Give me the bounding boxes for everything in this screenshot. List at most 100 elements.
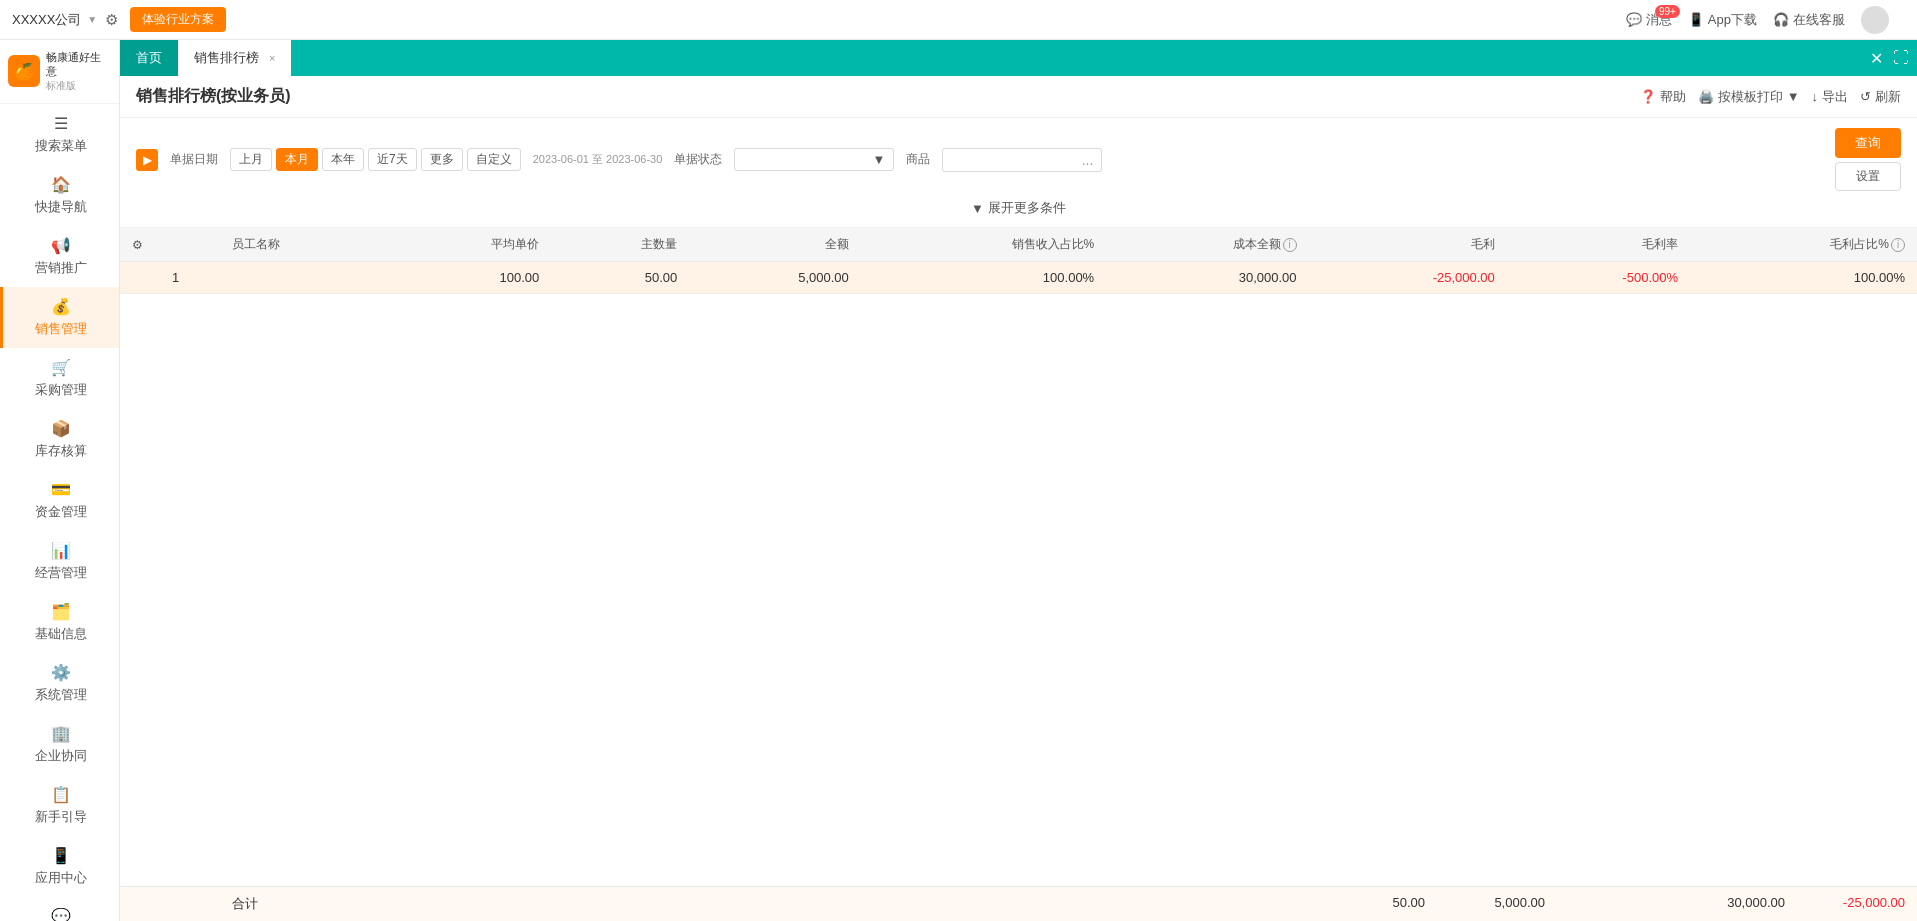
guide-icon: 📋 [51,785,71,804]
message-item[interactable]: 💬 消息 99+ [1626,11,1672,29]
sidebar-item-purchase[interactable]: 🛒 采购管理 [0,348,119,409]
sidebar-item-guide[interactable]: 📋 新手引导 [0,775,119,836]
sidebar-item-label: 库存核算 [35,442,87,460]
sidebar-item-basics[interactable]: 🗂️ 基础信息 [0,592,119,653]
sidebar-item-marketing[interactable]: 📢 营销推广 [0,226,119,287]
footer-rank-col [172,895,232,913]
sidebar-item-operations[interactable]: 📊 经营管理 [0,531,119,592]
row-amount: 5,000.00 [689,262,861,294]
tab-bar-right: ✕ ⛶ [1870,49,1917,68]
last7-btn[interactable]: 近7天 [368,148,417,171]
tab-sales-ranking[interactable]: 销售排行榜 × [178,40,291,76]
export-button[interactable]: ↓ 导出 [1812,88,1849,106]
company-selector[interactable]: XXXXX公司 ▼ [12,11,97,29]
logo-area: 🍊 畅康通好生意 标准版 [0,40,119,104]
sidebar-item-shortcut[interactable]: 🏠 快捷导航 [0,165,119,226]
sidebar-item-label: 销售管理 [35,320,87,338]
expand-row: ▼ 展开更多条件 [136,199,1901,217]
sidebar-item-apps[interactable]: 📱 应用中心 [0,836,119,897]
goods-label: 商品 [906,151,930,168]
last-month-btn[interactable]: 上月 [230,148,272,171]
footer-settings-col [132,895,172,913]
date-label: 单据日期 [170,151,218,168]
goods-input[interactable]: ... [942,148,1102,172]
cost-info-icon[interactable]: i [1283,238,1297,252]
company-name: XXXXX公司 [12,11,81,29]
row-cost: 30,000.00 [1106,262,1308,294]
avatar[interactable] [1861,6,1889,34]
sidebar-item-label: 应用中心 [35,869,87,887]
message-icon: 💬 [1626,12,1642,27]
enterprise-icon: 🏢 [51,724,71,743]
page-header: 销售排行榜(按业务员) ❓ 帮助 🖨️ 按模板打印 ▼ ↓ 导出 [120,76,1917,118]
settings-button[interactable]: 设置 [1835,162,1901,191]
page-content: 销售排行榜(按业务员) ❓ 帮助 🖨️ 按模板打印 ▼ ↓ 导出 [120,76,1917,921]
footer-sales-pct-col [1565,895,1665,913]
expand-button[interactable]: ▼ 展开更多条件 [971,199,1066,217]
wechat-icon: 💬 [51,907,71,921]
this-year-btn[interactable]: 本年 [322,148,364,171]
chevron-down-icon: ▼ [87,14,97,25]
this-month-btn[interactable]: 本月 [276,148,318,171]
close-icon[interactable]: × [269,52,275,64]
filter-area: ▶ 单据日期 上月 本月 本年 近7天 更多 自定义 2023-06-01 至 … [120,118,1917,228]
gross-pct-info-icon[interactable]: i [1891,238,1905,252]
col-gross-pct: 毛利占比%i [1690,228,1917,262]
logo-icon: 🍊 [8,55,40,87]
table-row: 1 100.00 50.00 5,000.00 100.00% 30,000.0… [120,262,1917,294]
custom-btn[interactable]: 自定义 [467,148,521,171]
footer-amount: 5,000.00 [1445,895,1545,913]
sidebar-item-label: 快捷导航 [35,198,87,216]
table-header-row: ⚙ 员工名称 平均单价 主数量 全额 销售收入占比% 成本全额i 毛利 毛利率 [120,228,1917,262]
sidebar-item-label: 资金管理 [35,503,87,521]
print-label: 按模板打印 [1718,88,1783,106]
sidebar-item-label: 搜索菜单 [35,137,87,155]
data-table: ⚙ 员工名称 平均单价 主数量 全额 销售收入占比% 成本全额i 毛利 毛利率 [120,228,1917,294]
online-service-item[interactable]: 🎧 在线客服 [1773,11,1845,29]
tab-home-label: 首页 [136,49,162,67]
col-settings[interactable]: ⚙ [120,228,160,262]
goods-more-icon[interactable]: ... [1082,152,1094,168]
footer-label: 合计 [232,895,352,913]
inventory-icon: 📦 [51,419,71,438]
sidebar-item-sales[interactable]: 💰 销售管理 [0,287,119,348]
sidebar-item-system[interactable]: ⚙️ 系统管理 [0,653,119,714]
more-btn[interactable]: 更多 [421,148,463,171]
footer-qty: 50.00 [1345,895,1425,913]
tab-active-label: 销售排行榜 [194,49,259,67]
app-download-item[interactable]: 📱 App下载 [1688,11,1757,29]
row-sales-pct: 100.00% [861,262,1106,294]
filter-row-1: ▶ 单据日期 上月 本月 本年 近7天 更多 自定义 2023-06-01 至 … [136,128,1901,191]
sidebar-item-inventory[interactable]: 📦 库存核算 [0,409,119,470]
sidebar-item-wechat[interactable]: 💬 企业微信 [0,897,119,921]
trial-button[interactable]: 体验行业方案 [130,7,226,32]
purchase-icon: 🛒 [51,358,71,377]
export-label: 导出 [1822,88,1848,106]
maximize-icon[interactable]: ⛶ [1893,49,1909,67]
refresh-button[interactable]: ↺ 刷新 [1860,88,1901,106]
sidebar-item-search[interactable]: ☰ 搜索菜单 [0,104,119,165]
toggle-filter-button[interactable]: ▶ [136,149,158,171]
print-button[interactable]: 🖨️ 按模板打印 ▼ [1698,88,1800,106]
table-wrapper: ⚙ 员工名称 平均单价 主数量 全额 销售收入占比% 成本全额i 毛利 毛利率 [120,228,1917,886]
query-button[interactable]: 查询 [1835,128,1901,158]
tab-home[interactable]: 首页 [120,40,178,76]
search-menu-icon: ☰ [54,114,68,133]
settings-icon[interactable]: ⚙ [105,11,118,29]
status-select[interactable]: ▼ [734,148,894,171]
export-icon: ↓ [1812,89,1819,104]
logo-text: 畅康通好生意 [46,50,111,79]
main-layout: 🍊 畅康通好生意 标准版 ☰ 搜索菜单 🏠 快捷导航 📢 营销推广 💰 销售管理… [0,40,1917,921]
status-label: 单据状态 [674,151,722,168]
help-button[interactable]: ❓ 帮助 [1640,88,1686,106]
sidebar-item-finance[interactable]: 💳 资金管理 [0,470,119,531]
tab-bar: 首页 销售排行榜 × ✕ ⛶ [120,40,1917,76]
close-window-icon[interactable]: ✕ [1870,49,1883,68]
basics-icon: 🗂️ [51,602,71,621]
row-gross-pct: 100.00% [1690,262,1917,294]
phone-icon: 📱 [1688,12,1704,27]
content-area: 首页 销售排行榜 × ✕ ⛶ 销售排行榜(按业务员) ❓ 帮助 [120,40,1917,921]
col-gross: 毛利 [1309,228,1507,262]
header-right: 💬 消息 99+ 📱 App下载 🎧 在线客服 [1626,6,1905,34]
sidebar-item-enterprise[interactable]: 🏢 企业协同 [0,714,119,775]
